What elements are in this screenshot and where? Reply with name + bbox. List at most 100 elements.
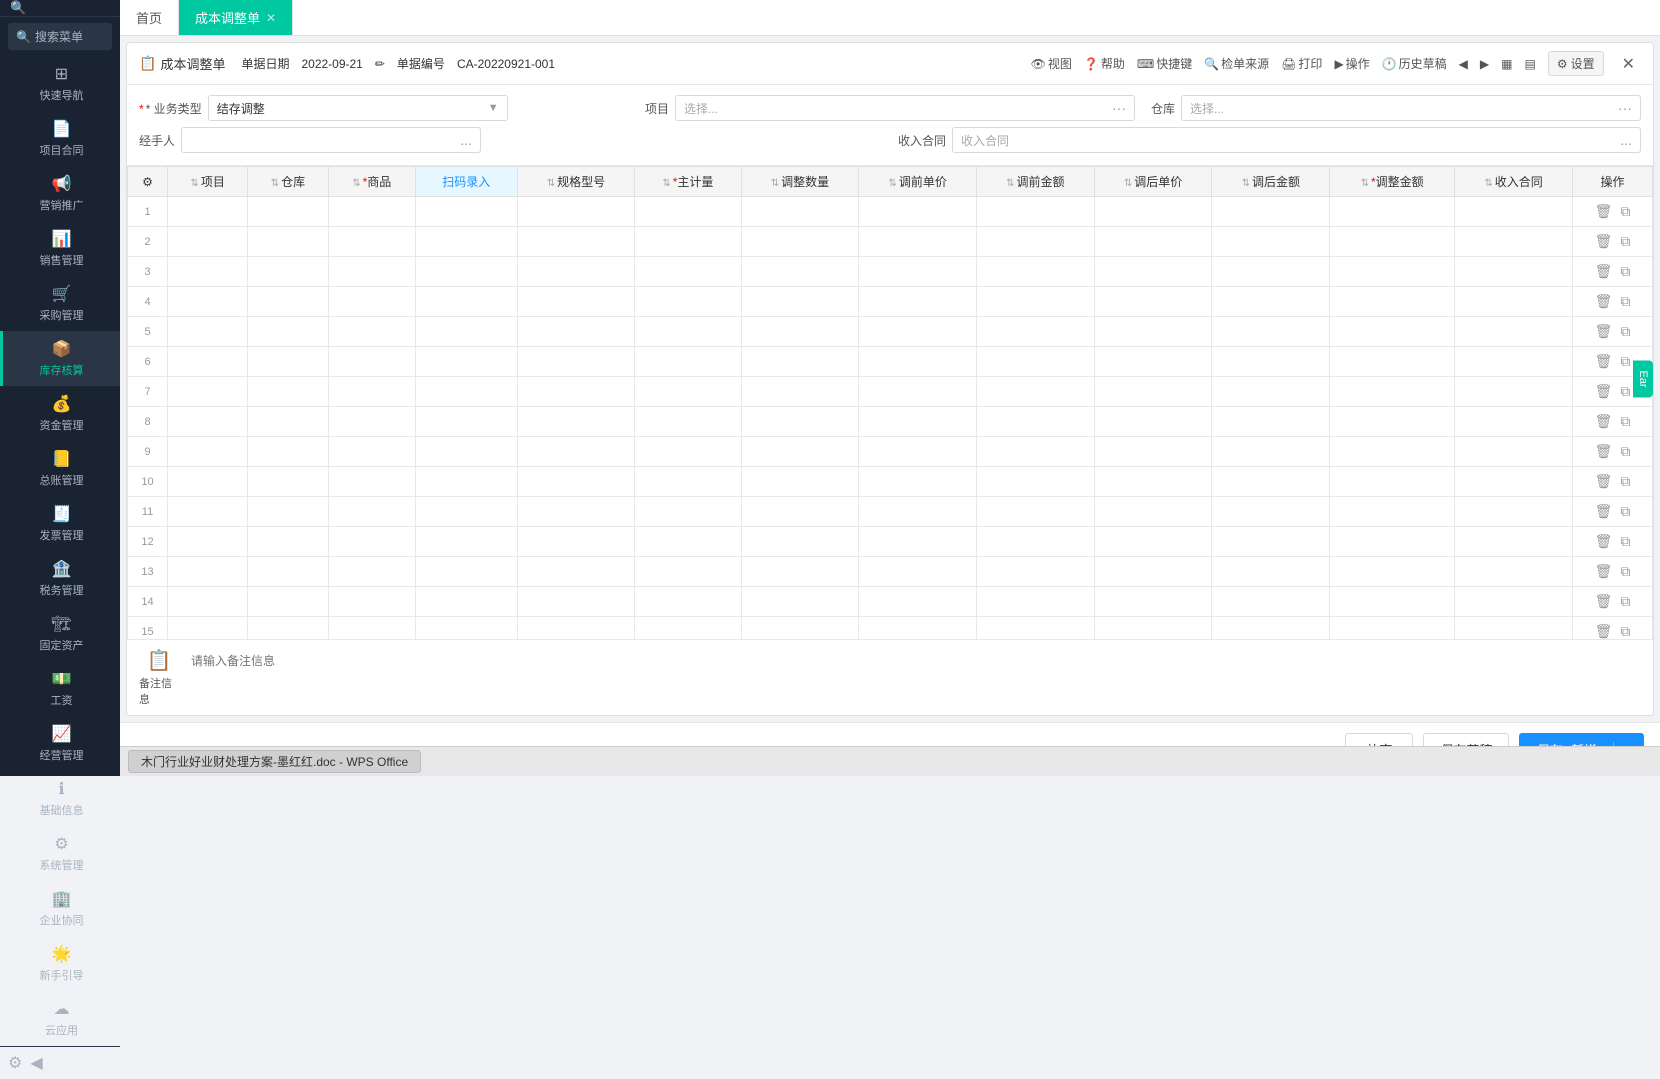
table-cell[interactable] <box>741 377 859 407</box>
table-cell[interactable] <box>1455 257 1573 287</box>
table-cell[interactable] <box>1094 407 1212 437</box>
table-cell[interactable] <box>635 557 741 587</box>
table-cell[interactable] <box>1094 257 1212 287</box>
table-cell[interactable] <box>1094 467 1212 497</box>
table-cell[interactable] <box>1455 227 1573 257</box>
table-cell[interactable] <box>1455 497 1573 527</box>
table-cell[interactable] <box>1455 197 1573 227</box>
row-copy-button[interactable]: ⧉ <box>1618 231 1632 252</box>
row-delete-button[interactable]: 🗑 <box>1593 291 1615 312</box>
sidebar-item-basic-info[interactable]: ℹ 基础信息 <box>0 771 120 826</box>
table-cell[interactable] <box>1212 557 1330 587</box>
sidebar-item-sys-mgmt[interactable]: ⚙ 系统管理 <box>0 826 120 881</box>
print-button[interactable]: 🖨 打印 <box>1281 55 1322 72</box>
sidebar-item-ops-mgmt[interactable]: 📈 经营管理 <box>0 716 120 771</box>
row-delete-button[interactable]: 🗑 <box>1593 471 1615 492</box>
table-cell[interactable] <box>328 407 416 437</box>
tab-cost-adjust[interactable]: 成本调整单 ✕ <box>179 0 293 35</box>
row-copy-button[interactable]: ⧉ <box>1618 471 1632 492</box>
table-cell[interactable] <box>328 437 416 467</box>
table-cell[interactable] <box>248 317 328 347</box>
table-cell[interactable] <box>741 467 859 497</box>
sidebar-item-enterprise[interactable]: 🏢 企业协同 <box>0 881 120 936</box>
table-cell[interactable] <box>328 347 416 377</box>
table-cell[interactable] <box>976 467 1094 497</box>
table-cell[interactable] <box>635 587 741 617</box>
table-cell[interactable] <box>1212 227 1330 257</box>
table-cell[interactable] <box>741 407 859 437</box>
table-cell[interactable] <box>328 227 416 257</box>
table-cell[interactable] <box>1330 467 1455 497</box>
table-cell[interactable] <box>248 497 328 527</box>
table-cell[interactable] <box>416 587 518 617</box>
table-cell[interactable] <box>635 347 741 377</box>
table-cell[interactable] <box>741 257 859 287</box>
table-cell[interactable] <box>328 197 416 227</box>
table-cell[interactable] <box>1212 257 1330 287</box>
table-cell[interactable] <box>168 527 248 557</box>
sidebar-item-tax-mgmt[interactable]: 🏦 税务管理 <box>0 551 120 606</box>
table-cell[interactable] <box>635 437 741 467</box>
table-cell[interactable] <box>168 257 248 287</box>
handler-value[interactable]: ... <box>181 127 481 153</box>
sidebar-item-inventory-calc[interactable]: 📦 库存核算 <box>0 331 120 386</box>
table-cell[interactable] <box>976 497 1094 527</box>
sidebar-item-new-guide[interactable]: 🌟 新手引导 <box>0 936 120 991</box>
table-cell[interactable] <box>168 497 248 527</box>
table-cell[interactable] <box>1330 587 1455 617</box>
table-cell[interactable] <box>168 197 248 227</box>
table-cell[interactable] <box>416 347 518 377</box>
table-cell[interactable] <box>168 287 248 317</box>
table-cell[interactable] <box>976 407 1094 437</box>
settings-bottom-button[interactable]: ⚙ <box>8 1053 22 1073</box>
sidebar-item-cloud-app[interactable]: ☁ 云应用 <box>0 991 120 1046</box>
table-cell[interactable] <box>517 467 635 497</box>
table-cell[interactable] <box>248 557 328 587</box>
table-cell[interactable] <box>328 257 416 287</box>
sidebar-item-salary[interactable]: 💵 工资 <box>0 661 120 716</box>
table-cell[interactable] <box>1455 377 1573 407</box>
table-cell[interactable] <box>1094 227 1212 257</box>
table-cell[interactable] <box>1212 197 1330 227</box>
table-cell[interactable] <box>1330 257 1455 287</box>
form-close-button[interactable]: ✕ <box>1616 52 1641 76</box>
biz-type-dropdown-icon[interactable]: ▼ <box>488 102 499 114</box>
income-contract-dots[interactable]: ... <box>1620 132 1632 148</box>
table-cell[interactable] <box>741 557 859 587</box>
table-cell[interactable] <box>976 227 1094 257</box>
table-cell[interactable] <box>248 467 328 497</box>
table-cell[interactable] <box>1094 497 1212 527</box>
table-cell[interactable] <box>1330 527 1455 557</box>
table-cell[interactable] <box>168 227 248 257</box>
table-cell[interactable] <box>1330 197 1455 227</box>
table-cell[interactable] <box>416 557 518 587</box>
table-cell[interactable] <box>635 617 741 640</box>
sidebar-item-invoice-mgmt[interactable]: 🧾 发票管理 <box>0 496 120 551</box>
table-cell[interactable] <box>416 377 518 407</box>
table-cell[interactable] <box>859 347 977 377</box>
table-cell[interactable] <box>248 527 328 557</box>
table-cell[interactable] <box>1212 467 1330 497</box>
row-delete-button[interactable]: 🗑 <box>1593 441 1615 462</box>
table-cell[interactable] <box>1455 587 1573 617</box>
table-cell[interactable] <box>741 317 859 347</box>
table-cell[interactable] <box>1455 527 1573 557</box>
row-delete-button[interactable]: 🗑 <box>1593 201 1615 222</box>
table-cell[interactable] <box>976 437 1094 467</box>
table-cell[interactable] <box>416 197 518 227</box>
table-cell[interactable] <box>517 287 635 317</box>
table-cell[interactable] <box>859 617 977 640</box>
search-menu-button[interactable]: 🔍 搜索菜单 <box>8 23 112 50</box>
table-cell[interactable] <box>741 437 859 467</box>
table-cell[interactable] <box>248 287 328 317</box>
th-settings[interactable]: ⚙ <box>128 167 168 197</box>
table-cell[interactable] <box>859 257 977 287</box>
table-cell[interactable] <box>168 347 248 377</box>
table-cell[interactable] <box>976 617 1094 640</box>
table-cell[interactable] <box>1455 317 1573 347</box>
table-cell[interactable] <box>416 317 518 347</box>
table-cell[interactable] <box>248 227 328 257</box>
table-cell[interactable] <box>168 317 248 347</box>
table-cell[interactable] <box>1212 527 1330 557</box>
table-cell[interactable] <box>1212 377 1330 407</box>
